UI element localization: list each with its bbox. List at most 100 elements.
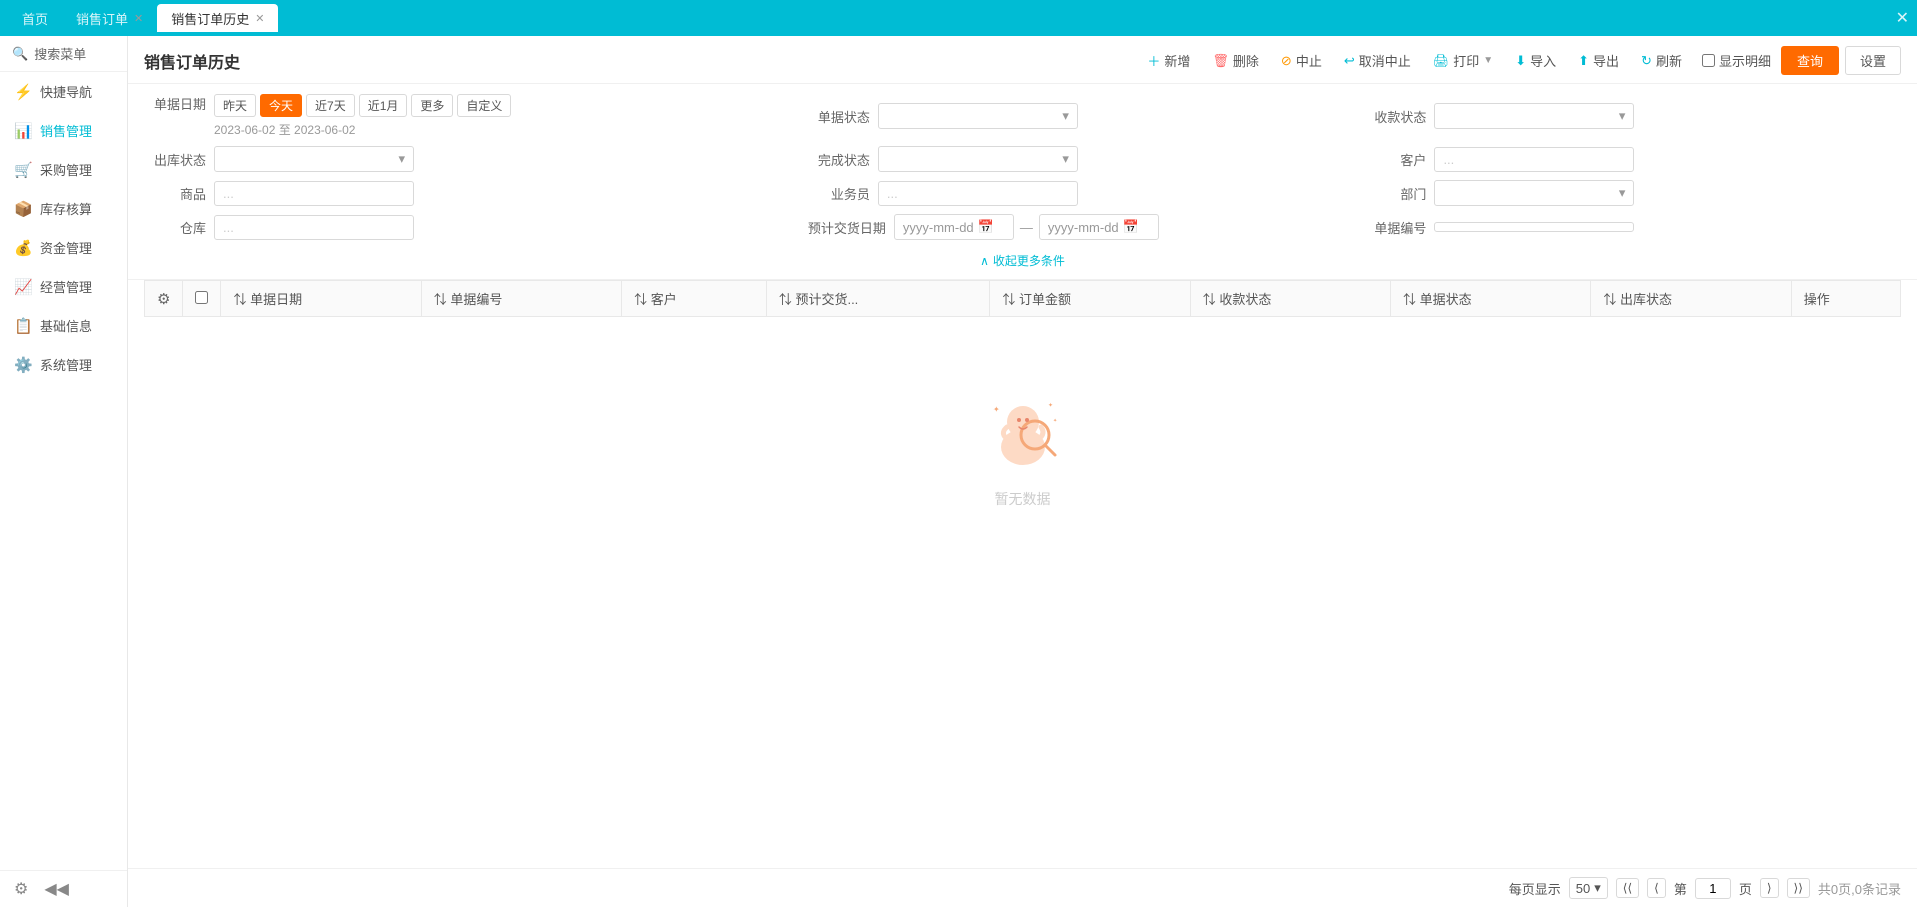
calendar-to-icon: 📅 [1123, 219, 1139, 235]
tab-sales-history[interactable]: 销售订单历史 ✕ [157, 4, 278, 32]
page-label: 第 [1674, 879, 1687, 898]
delete-label: 删除 [1233, 51, 1259, 70]
collapse-label: 收起更多条件 [993, 252, 1065, 269]
sidebar-item-operation[interactable]: 📈 经营管理 [0, 267, 127, 306]
prev-page-btn[interactable]: ⟨ [1647, 878, 1666, 898]
date-btn-yesterday[interactable]: 昨天 [214, 94, 256, 117]
date-label: 单据日期 [144, 94, 214, 113]
th-customer[interactable]: ⇅ 客户 [622, 281, 767, 317]
th-date-label: ⇅ 单据日期 [233, 292, 302, 307]
receipt-status-label: 收款状态 [1364, 107, 1434, 126]
export-button[interactable]: ⬆ 导出 [1568, 47, 1629, 74]
empty-row: ✦ ✦ ✦ 暂无数据 [145, 317, 1901, 570]
cancel-stop-button[interactable]: ↩ 取消中止 [1334, 47, 1421, 74]
th-date[interactable]: ⇅ 单据日期 [221, 281, 421, 317]
goods-input[interactable]: ... [214, 181, 414, 206]
date-btn-last7[interactable]: 近7天 [306, 94, 355, 117]
display-toggle[interactable]: 显示明细 [1702, 51, 1771, 70]
page-number-input[interactable] [1695, 878, 1731, 899]
last-page-btn[interactable]: ⟩⟩ [1787, 878, 1810, 898]
sidebar-item-system-label: 系统管理 [40, 355, 92, 374]
date-btn-today[interactable]: 今天 [260, 94, 302, 117]
table-header-row: ⚙ ⇅ 单据日期 ⇅ 单据编号 ⇅ 客户 [145, 281, 1901, 317]
sidebar-item-basic-label: 基础信息 [40, 316, 92, 335]
close-all-tabs[interactable]: ✕ [1896, 8, 1909, 28]
refresh-label: 刷新 [1656, 51, 1682, 70]
department-label: 部门 [1364, 184, 1434, 203]
expected-date-from-text: yyyy-mm-dd [903, 220, 974, 235]
content-area: 销售订单历史 ＋ 新增 🗑 删除 ⊘ 中止 ↩ 取消中止 [128, 36, 1917, 907]
sidebar-settings-icon[interactable]: ⚙ [14, 879, 28, 899]
tab-sales-order-close[interactable]: ✕ [134, 12, 143, 25]
operation-icon: 📈 [14, 278, 32, 296]
th-number-label: ⇅ 单据编号 [434, 292, 503, 307]
filter-row-4: 仓库 ... 预计交货日期 yyyy-mm-dd 📅 — yyyy-mm-dd … [144, 214, 1901, 240]
page-size-select[interactable]: 50 ▾ [1569, 877, 1608, 899]
sidebar-collapse-icon[interactable]: ◀◀ [44, 879, 69, 899]
tab-sales-order[interactable]: 销售订单 ✕ [62, 4, 157, 32]
th-bill-status-label: ⇅ 单据状态 [1403, 292, 1472, 307]
page-title: 销售订单历史 [144, 49, 240, 73]
expected-date-to[interactable]: yyyy-mm-dd 📅 [1039, 214, 1159, 240]
delete-button[interactable]: 🗑 删除 [1202, 47, 1269, 74]
print-button[interactable]: 🖨 打印 ▼ [1423, 47, 1503, 74]
salesperson-label: 业务员 [808, 184, 878, 203]
cancel-stop-icon: ↩ [1344, 53, 1355, 69]
customer-input[interactable]: ... [1434, 147, 1634, 172]
date-btn-last1m[interactable]: 近1月 [359, 94, 408, 117]
expected-date-from[interactable]: yyyy-mm-dd 📅 [894, 214, 1014, 240]
refresh-button[interactable]: ↻ 刷新 [1631, 47, 1692, 74]
receipt-status-select[interactable]: ▾ [1434, 103, 1634, 129]
display-toggle-checkbox[interactable] [1702, 54, 1715, 67]
add-button[interactable]: ＋ 新增 [1137, 47, 1200, 74]
sidebar-item-inventory[interactable]: 📦 库存核算 [0, 189, 127, 228]
empty-text: 暂无数据 [995, 489, 1051, 509]
sidebar-item-shortcut[interactable]: ⚡ 快捷导航 [0, 72, 127, 111]
sidebar-search-label: 搜索菜单 [34, 44, 86, 63]
stop-button[interactable]: ⊘ 中止 [1271, 47, 1332, 74]
collapse-row[interactable]: ∧ 收起更多条件 [144, 248, 1901, 269]
warehouse-input[interactable]: ... [214, 215, 414, 240]
page-size-value: 50 [1576, 881, 1590, 896]
next-page-btn[interactable]: ⟩ [1760, 878, 1779, 898]
tab-home[interactable]: 首页 [8, 4, 62, 32]
tab-home-label: 首页 [22, 9, 48, 28]
sidebar-item-system[interactable]: ⚙️ 系统管理 [0, 345, 127, 384]
tab-sales-history-close[interactable]: ✕ [255, 12, 264, 25]
sidebar-item-finance[interactable]: 💰 资金管理 [0, 228, 127, 267]
sidebar-item-sales[interactable]: 📊 销售管理 [0, 111, 127, 150]
date-btn-more[interactable]: 更多 [411, 94, 453, 117]
th-receipt[interactable]: ⇅ 收款状态 [1190, 281, 1390, 317]
out-status-label: 出库状态 [144, 150, 214, 169]
refresh-icon: ↻ [1641, 53, 1652, 69]
svg-text:✦: ✦ [1053, 418, 1057, 424]
th-out-status[interactable]: ⇅ 出库状态 [1591, 281, 1791, 317]
out-status-select[interactable]: ▾ [214, 146, 414, 172]
date-btn-custom[interactable]: 自定义 [457, 94, 511, 117]
th-expected[interactable]: ⇅ 预计交货... [766, 281, 990, 317]
complete-status-select[interactable]: ▾ [878, 146, 1078, 172]
th-number[interactable]: ⇅ 单据编号 [421, 281, 621, 317]
settings-button[interactable]: 设置 [1845, 46, 1901, 75]
th-bill-status[interactable]: ⇅ 单据状态 [1391, 281, 1591, 317]
bill-status-select[interactable]: ▾ [878, 103, 1078, 129]
bill-number-input[interactable] [1434, 222, 1634, 232]
filter-area: 单据日期 昨天 今天 近7天 近1月 更多 自定义 2023-06-02 至 2… [128, 84, 1917, 280]
sidebar-item-purchase[interactable]: 🛒 采购管理 [0, 150, 127, 189]
import-button[interactable]: ⬇ 导入 [1505, 47, 1566, 74]
sidebar-item-finance-label: 资金管理 [40, 238, 92, 257]
sidebar-search[interactable]: 🔍 搜索菜单 [0, 36, 127, 72]
table-settings-icon[interactable]: ⚙ [157, 291, 170, 308]
sidebar-item-basic[interactable]: 📋 基础信息 [0, 306, 127, 345]
th-amount[interactable]: ⇅ 订单金额 [990, 281, 1190, 317]
query-button[interactable]: 查询 [1781, 46, 1839, 75]
page-header: 销售订单历史 ＋ 新增 🗑 删除 ⊘ 中止 ↩ 取消中止 [128, 36, 1917, 84]
salesperson-input[interactable]: ... [878, 181, 1078, 206]
department-select[interactable]: ▾ [1434, 180, 1634, 206]
complete-status-chevron: ▾ [1062, 151, 1069, 167]
select-all-checkbox[interactable] [195, 291, 208, 304]
first-page-btn[interactable]: ⟨⟨ [1616, 878, 1639, 898]
print-label: 打印 [1453, 51, 1479, 70]
bill-status-label: 单据状态 [808, 107, 878, 126]
filter-row-1: 单据日期 昨天 今天 近7天 近1月 更多 自定义 2023-06-02 至 2… [144, 94, 1901, 138]
